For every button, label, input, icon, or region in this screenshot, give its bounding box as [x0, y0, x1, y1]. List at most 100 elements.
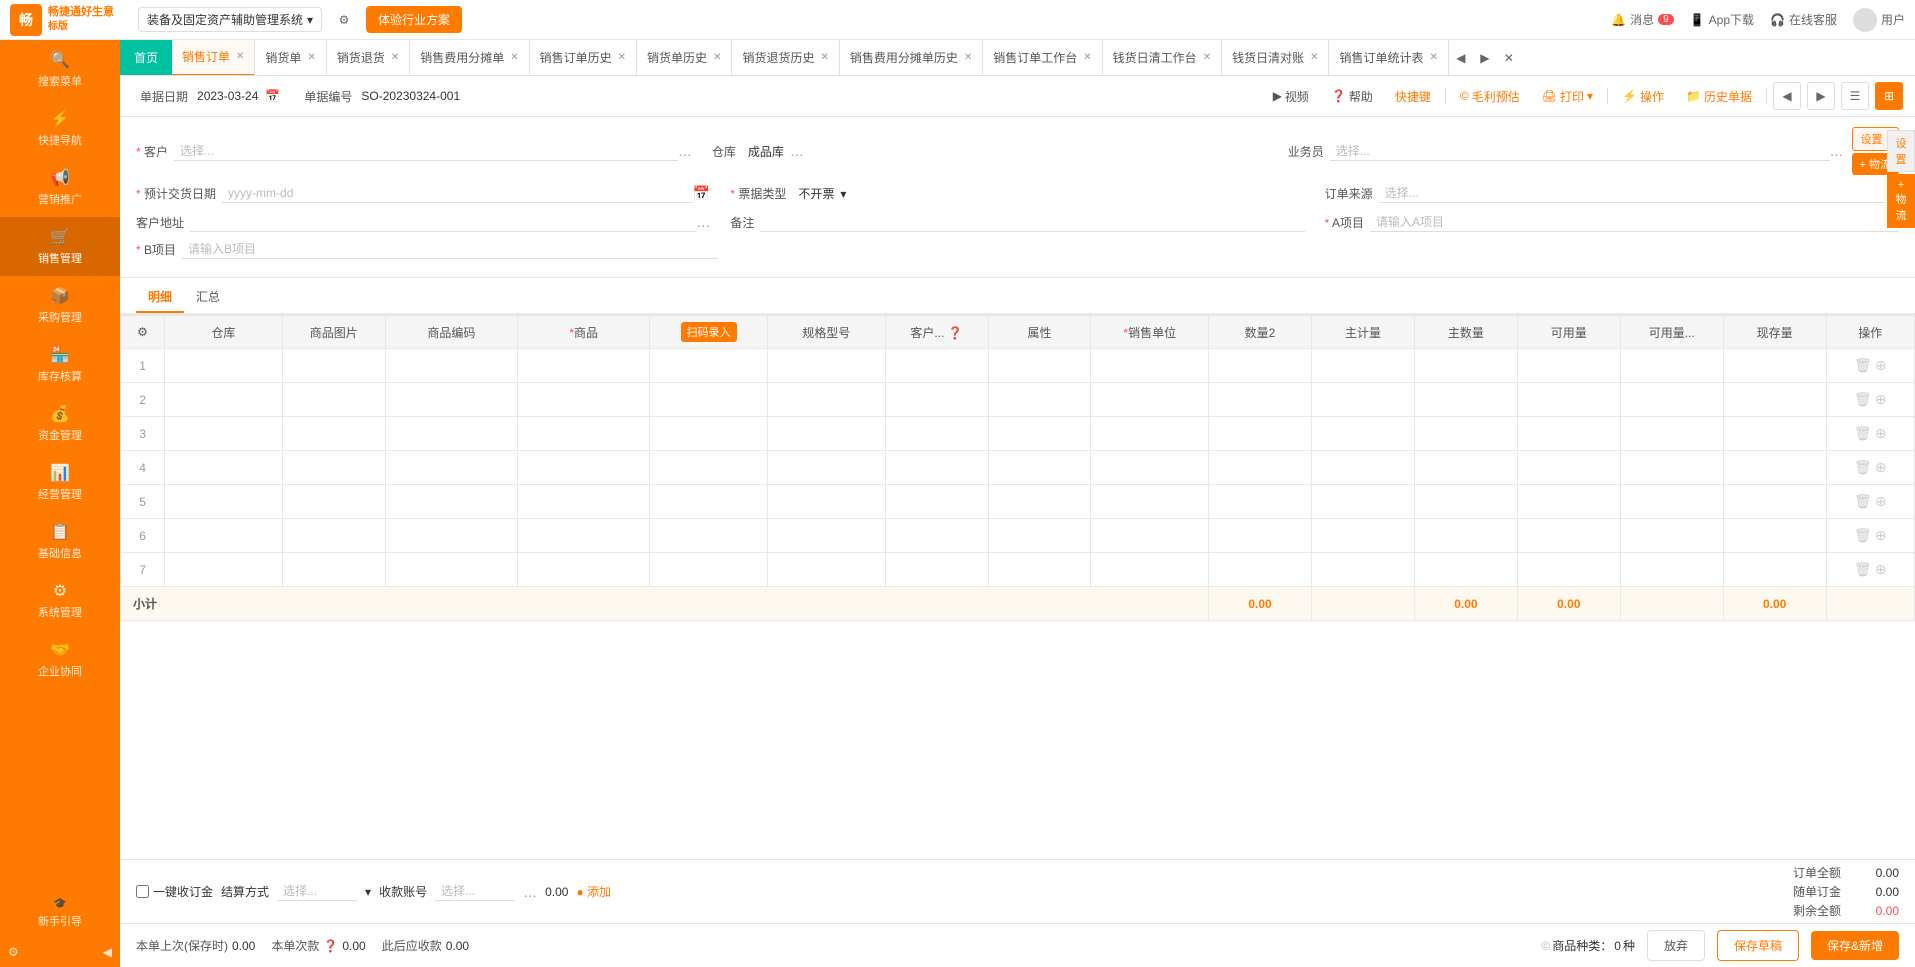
sidebar-item-sales[interactable]: 🛒 销售管理 [0, 217, 120, 276]
detail-tab-detail[interactable]: 明细 [136, 282, 184, 313]
row-qty2[interactable] [1209, 451, 1312, 485]
col-settings-header[interactable]: ⚙ [121, 316, 165, 349]
row-delete-icon[interactable]: 🗑 [1854, 391, 1872, 407]
row-unit[interactable] [1091, 451, 1209, 485]
row-attribute[interactable] [988, 485, 1091, 519]
row-spec[interactable] [767, 553, 885, 587]
row-warehouse[interactable] [165, 553, 283, 587]
row-delete-icon[interactable]: 🗑 [1854, 357, 1872, 373]
row-copy-icon[interactable]: ⊕ [1875, 527, 1887, 543]
row-qty2[interactable] [1209, 417, 1312, 451]
tab-sales-return[interactable]: 销货退货 ✕ [327, 40, 410, 76]
row-copy-icon[interactable]: ⊕ [1875, 493, 1887, 509]
tab-next-btn[interactable]: ▶ [1473, 40, 1497, 76]
solution-button[interactable]: 体验行业方案 [366, 6, 462, 33]
prev-record-btn[interactable]: ◀ [1773, 82, 1801, 110]
one-click-checkbox[interactable]: 一键收订金 [136, 883, 213, 900]
row-attribute[interactable] [988, 553, 1091, 587]
sidebar-item-enterprise[interactable]: 🤝 企业协同 [0, 630, 120, 689]
row-copy-icon[interactable]: ⊕ [1875, 459, 1887, 475]
tab-sales-goods[interactable]: 销货单 ✕ [255, 40, 326, 76]
notification-btn[interactable]: 🔔 消息 9 [1611, 11, 1674, 28]
account-input[interactable] [435, 882, 515, 901]
tab-close-icon[interactable]: ✕ [618, 52, 626, 63]
add-payment-btn[interactable]: ● 添加 [576, 883, 611, 900]
row-product[interactable] [518, 383, 650, 417]
print-btn[interactable]: 🖨 打印 ▾ [1534, 85, 1601, 108]
address-more-icon[interactable]: … [696, 214, 710, 230]
tab-close-icon[interactable]: ✕ [964, 52, 972, 63]
row-spec[interactable] [767, 485, 885, 519]
row-warehouse[interactable] [165, 383, 283, 417]
row-main-unit[interactable] [1311, 349, 1414, 383]
tab-sales-stats[interactable]: 销售订单统计表 ✕ [1329, 40, 1448, 76]
tab-close-icon[interactable]: ✕ [510, 52, 518, 63]
row-spec[interactable] [767, 451, 885, 485]
shortcut-btn[interactable]: 快捷键 [1387, 85, 1439, 108]
row-main-qty[interactable] [1414, 349, 1517, 383]
row-main-unit[interactable] [1311, 383, 1414, 417]
row-qty2[interactable] [1209, 383, 1312, 417]
row-unit[interactable] [1091, 485, 1209, 519]
row-main-qty[interactable] [1414, 451, 1517, 485]
row-attribute[interactable] [988, 451, 1091, 485]
history-btn[interactable]: 📁 历史单据 [1678, 85, 1760, 108]
tab-more-btn[interactable]: ✕ [1497, 40, 1521, 76]
row-spec[interactable] [767, 383, 885, 417]
system-selector[interactable]: 装备及固定资产辅助管理系统 ▾ [138, 7, 322, 32]
tab-sales-order-history[interactable]: 销售订单历史 ✕ [530, 40, 637, 76]
row-main-qty[interactable] [1414, 417, 1517, 451]
tab-close-icon[interactable]: ✕ [391, 52, 399, 63]
staff-more-icon[interactable]: … [1830, 143, 1844, 159]
row-qty2[interactable] [1209, 519, 1312, 553]
row-qty2[interactable] [1209, 553, 1312, 587]
row-qty2[interactable] [1209, 485, 1312, 519]
tab-cash-reconcile[interactable]: 钱货日清对账 ✕ [1222, 40, 1329, 76]
tab-close-icon[interactable]: ✕ [1083, 52, 1091, 63]
row-attribute[interactable] [988, 519, 1091, 553]
tab-sales-expense[interactable]: 销售费用分摊单 ✕ [410, 40, 529, 76]
tab-close-icon[interactable]: ✕ [307, 52, 315, 63]
row-code[interactable] [385, 451, 517, 485]
row-warehouse[interactable] [165, 451, 283, 485]
row-unit[interactable] [1091, 417, 1209, 451]
detail-tab-summary[interactable]: 汇总 [184, 282, 232, 313]
row-code[interactable] [385, 485, 517, 519]
view-video-btn[interactable]: ▶ 视频 [1265, 85, 1317, 108]
calendar-icon[interactable]: 📅 [265, 89, 280, 103]
table-view-btn[interactable]: ⊞ [1875, 82, 1903, 110]
save-draft-button[interactable]: 保存草稿 [1717, 930, 1799, 961]
row-product[interactable] [518, 553, 650, 587]
row-qty2[interactable] [1209, 349, 1312, 383]
row-attribute[interactable] [988, 383, 1091, 417]
tab-cash-workbench[interactable]: 钱货日清工作台 ✕ [1103, 40, 1222, 76]
row-product[interactable] [518, 519, 650, 553]
row-copy-icon[interactable]: ⊕ [1875, 561, 1887, 577]
tab-goods-history[interactable]: 销货单历史 ✕ [637, 40, 732, 76]
sidebar-item-search[interactable]: 🔍 搜索菜单 [0, 40, 120, 99]
row-copy-icon[interactable]: ⊕ [1875, 391, 1887, 407]
row-copy-icon[interactable]: ⊕ [1875, 357, 1887, 373]
sidebar-item-system[interactable]: ⚙ 系统管理 [0, 571, 120, 630]
row-main-unit[interactable] [1311, 451, 1414, 485]
row-product[interactable] [518, 451, 650, 485]
row-delete-icon[interactable]: 🗑 [1854, 425, 1872, 441]
row-code[interactable] [385, 383, 517, 417]
row-customer-code[interactable] [885, 349, 988, 383]
tab-sales-workbench[interactable]: 销售订单工作台 ✕ [983, 40, 1102, 76]
warehouse-more-icon[interactable]: … [790, 143, 804, 159]
sidebar-settings-icon[interactable]: ⚙ [8, 945, 19, 959]
tab-close-icon[interactable]: ✕ [1203, 52, 1211, 63]
scan-btn[interactable]: 扫码录入 [681, 322, 737, 342]
row-main-qty[interactable] [1414, 553, 1517, 587]
customer-input[interactable] [174, 142, 678, 161]
delivery-input[interactable] [222, 184, 693, 203]
row-spec[interactable] [767, 519, 885, 553]
sidebar-item-quick-nav[interactable]: ⚡ 快捷导航 [0, 99, 120, 158]
save-new-button[interactable]: 保存&新增 [1811, 931, 1899, 960]
operation-btn[interactable]: ⚡ 操作 [1614, 85, 1672, 108]
sidebar-item-basic-info[interactable]: 📋 基础信息 [0, 512, 120, 571]
row-product[interactable] [518, 417, 650, 451]
row-warehouse[interactable] [165, 519, 283, 553]
row-customer-code[interactable] [885, 519, 988, 553]
